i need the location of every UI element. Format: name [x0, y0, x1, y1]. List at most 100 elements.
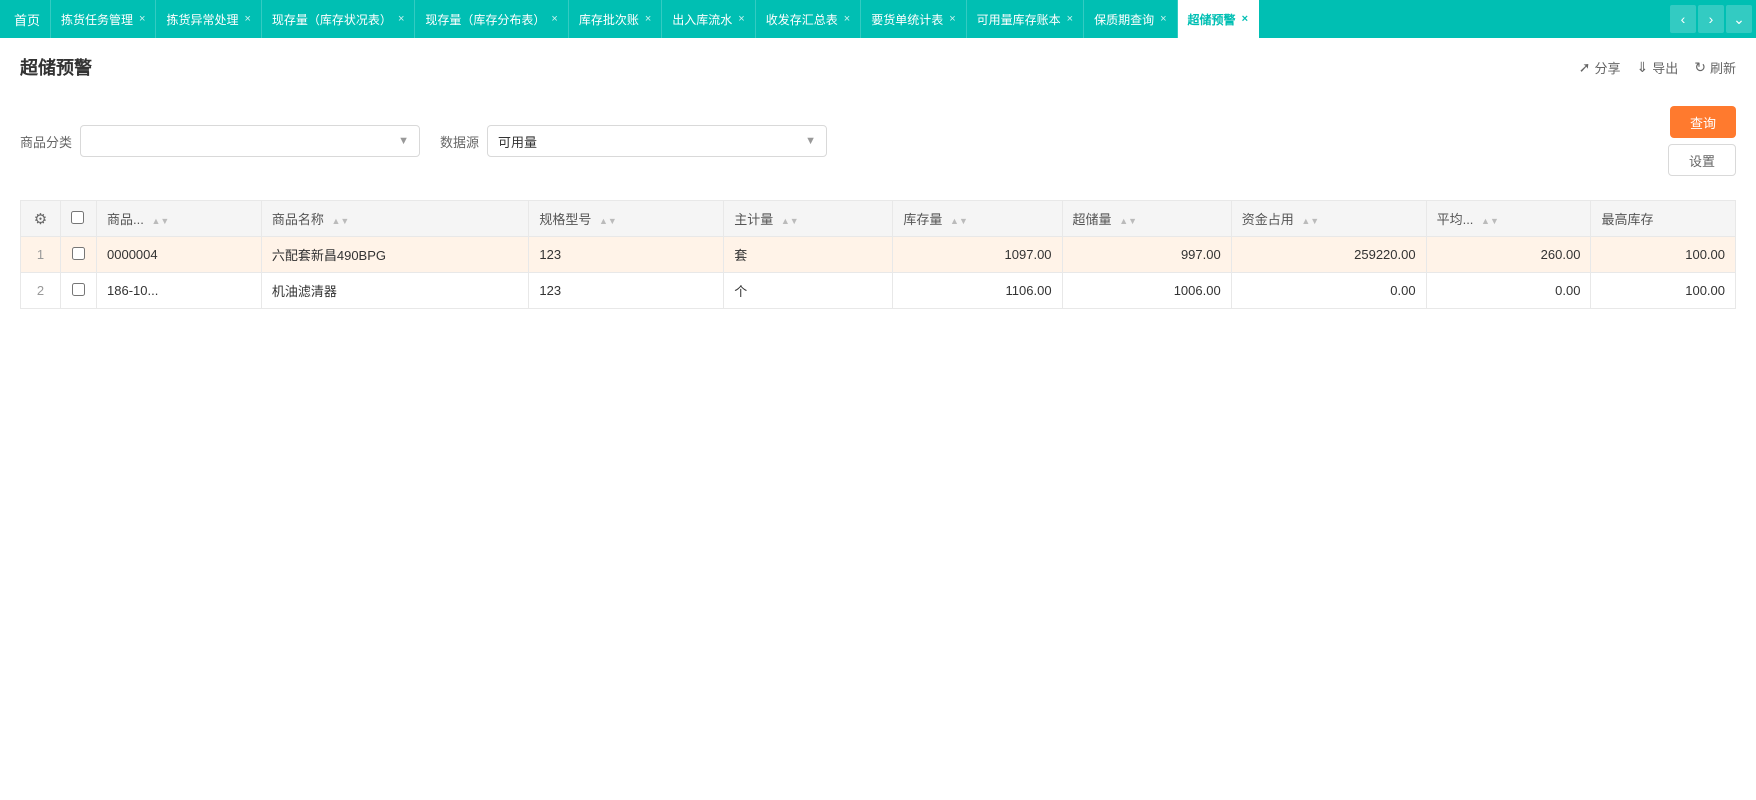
datasource-select[interactable]: 可用量 ▼ [487, 125, 827, 157]
nav-tab-1[interactable]: 拣货任务管理 × [51, 0, 156, 38]
refresh-button[interactable]: ↻ 刷新 [1694, 58, 1736, 77]
cell-capital-1: 0.00 [1231, 273, 1426, 309]
th-avg-label: 平均... [1437, 212, 1474, 227]
nav-tab-2[interactable]: 拣货异常处理 × [156, 0, 261, 38]
cell-capital-0: 259220.00 [1231, 237, 1426, 273]
category-dropdown-icon: ▼ [398, 135, 409, 147]
export-label: 导出 [1652, 58, 1678, 77]
nav-tab-label-5: 库存批次账 [579, 11, 639, 28]
th-capital[interactable]: 资金占用 ▲▼ [1231, 201, 1426, 237]
nav-tab-close-10[interactable]: × [1160, 13, 1166, 25]
th-unit[interactable]: 主计量 ▲▼ [724, 201, 893, 237]
cell-max-stock-0: 100.00 [1591, 237, 1736, 273]
nav-menu-button[interactable]: ⌄ [1726, 5, 1752, 33]
sort-icon-avg: ▲▼ [1481, 216, 1499, 226]
nav-tab-close-3[interactable]: × [398, 13, 404, 25]
sort-icon-product-code: ▲▼ [151, 216, 169, 226]
th-product-code-label: 商品... [107, 212, 144, 227]
settings-gear-icon: ⚙ [34, 210, 47, 228]
nav-tab-10[interactable]: 保质期查询 × [1084, 0, 1177, 38]
th-max-stock-label: 最高库存 [1601, 212, 1653, 227]
nav-tab-home-label: 首页 [14, 10, 40, 29]
th-overstock[interactable]: 超储量 ▲▼ [1062, 201, 1231, 237]
page-header: 超储预警 ➚ 分享 ⇓ 导出 ↻ 刷新 [20, 54, 1736, 80]
nav-tab-label-11: 超储预警 [1188, 11, 1236, 28]
cell-row-num-0: 1 [21, 237, 61, 273]
nav-tab-close-2[interactable]: × [244, 13, 250, 25]
nav-tab-close-7[interactable]: × [844, 13, 850, 25]
share-button[interactable]: ➚ 分享 [1579, 58, 1621, 77]
cell-stock-1: 1106.00 [893, 273, 1062, 309]
filter-bar: 商品分类 ▼ 数据源 可用量 ▼ 查询 设置 [20, 96, 1736, 186]
export-icon: ⇓ [1637, 59, 1649, 76]
cell-spec-0: 123 [529, 237, 724, 273]
nav-prev-button[interactable]: ‹ [1670, 5, 1696, 33]
cell-product-name-0: 六配套新昌490BPG [261, 237, 529, 273]
nav-tab-close-5[interactable]: × [645, 13, 651, 25]
header-actions: ➚ 分享 ⇓ 导出 ↻ 刷新 [1579, 58, 1736, 77]
nav-tab-7[interactable]: 收发存汇总表 × [756, 0, 861, 38]
th-product-name[interactable]: 商品名称 ▲▼ [261, 201, 529, 237]
nav-tab-8[interactable]: 要货单统计表 × [861, 0, 966, 38]
cell-product-code-0: 0000004 [97, 237, 262, 273]
th-max-stock[interactable]: 最高库存 [1591, 201, 1736, 237]
cell-avg-1: 0.00 [1426, 273, 1591, 309]
category-filter: 商品分类 ▼ [20, 125, 420, 157]
datasource-filter: 数据源 可用量 ▼ [440, 125, 827, 157]
cell-stock-0: 1097.00 [893, 237, 1062, 273]
nav-tab-label-7: 收发存汇总表 [766, 11, 838, 28]
category-select[interactable]: ▼ [80, 125, 420, 157]
cell-checkbox-1[interactable] [61, 273, 97, 309]
nav-tab-close-8[interactable]: × [949, 13, 955, 25]
cell-product-code-1: 186-10... [97, 273, 262, 309]
sort-icon-product-name: ▲▼ [332, 216, 350, 226]
sort-icon-unit: ▲▼ [781, 216, 799, 226]
nav-tab-close-6[interactable]: × [738, 13, 744, 25]
nav-tab-close-4[interactable]: × [551, 13, 557, 25]
nav-tab-4[interactable]: 现存量（库存分布表） × [415, 0, 568, 38]
cell-max-stock-1: 100.00 [1591, 273, 1736, 309]
cell-spec-1: 123 [529, 273, 724, 309]
data-table: ⚙ 商品... ▲▼ 商品名称 ▲▼ 规格型号 ▲▼ [20, 200, 1736, 309]
nav-tab-close-9[interactable]: × [1067, 13, 1073, 25]
nav-tab-9[interactable]: 可用量库存账本 × [967, 0, 1084, 38]
settings-button[interactable]: 设置 [1668, 144, 1736, 176]
refresh-icon: ↻ [1694, 59, 1706, 76]
refresh-label: 刷新 [1710, 58, 1736, 77]
select-all-checkbox[interactable] [71, 211, 84, 224]
th-spec[interactable]: 规格型号 ▲▼ [529, 201, 724, 237]
sort-icon-overstock: ▲▼ [1119, 216, 1137, 226]
th-stock[interactable]: 库存量 ▲▼ [893, 201, 1062, 237]
nav-arrows: ‹ › ⌄ [1670, 5, 1752, 33]
nav-next-button[interactable]: › [1698, 5, 1724, 33]
nav-tab-close-11[interactable]: × [1242, 13, 1248, 25]
cell-row-num-1: 2 [21, 273, 61, 309]
nav-tab-label-2: 拣货异常处理 [166, 11, 238, 28]
category-filter-label: 商品分类 [20, 132, 72, 151]
export-button[interactable]: ⇓ 导出 [1637, 58, 1679, 77]
query-button[interactable]: 查询 [1670, 106, 1736, 138]
th-checkbox[interactable] [61, 201, 97, 237]
th-avg[interactable]: 平均... ▲▼ [1426, 201, 1591, 237]
nav-tab-3[interactable]: 现存量（库存状况表） × [262, 0, 415, 38]
top-nav: 首页 拣货任务管理 × 拣货异常处理 × 现存量（库存状况表） × 现存量（库存… [0, 0, 1756, 38]
th-product-code[interactable]: 商品... ▲▼ [97, 201, 262, 237]
nav-tab-6[interactable]: 出入库流水 × [662, 0, 755, 38]
table-header-row: ⚙ 商品... ▲▼ 商品名称 ▲▼ 规格型号 ▲▼ [21, 201, 1736, 237]
nav-tab-label-6: 出入库流水 [672, 11, 732, 28]
cell-checkbox-0[interactable] [61, 237, 97, 273]
nav-tab-label-9: 可用量库存账本 [977, 11, 1061, 28]
nav-tab-11[interactable]: 超储预警 × [1178, 0, 1259, 38]
nav-tab-5[interactable]: 库存批次账 × [569, 0, 662, 38]
cell-product-name-1: 机油滤清器 [261, 273, 529, 309]
page-content: 超储预警 ➚ 分享 ⇓ 导出 ↻ 刷新 商品分类 ▼ 数据源 [0, 38, 1756, 800]
th-settings[interactable]: ⚙ [21, 201, 61, 237]
row-checkbox-0[interactable] [72, 247, 85, 260]
share-icon: ➚ [1579, 59, 1591, 76]
nav-tab-label-1: 拣货任务管理 [61, 11, 133, 28]
nav-tab-close-1[interactable]: × [139, 13, 145, 25]
nav-tab-home[interactable]: 首页 [4, 0, 51, 38]
page-title: 超储预警 [20, 54, 92, 80]
row-checkbox-1[interactable] [72, 283, 85, 296]
cell-unit-0: 套 [724, 237, 893, 273]
